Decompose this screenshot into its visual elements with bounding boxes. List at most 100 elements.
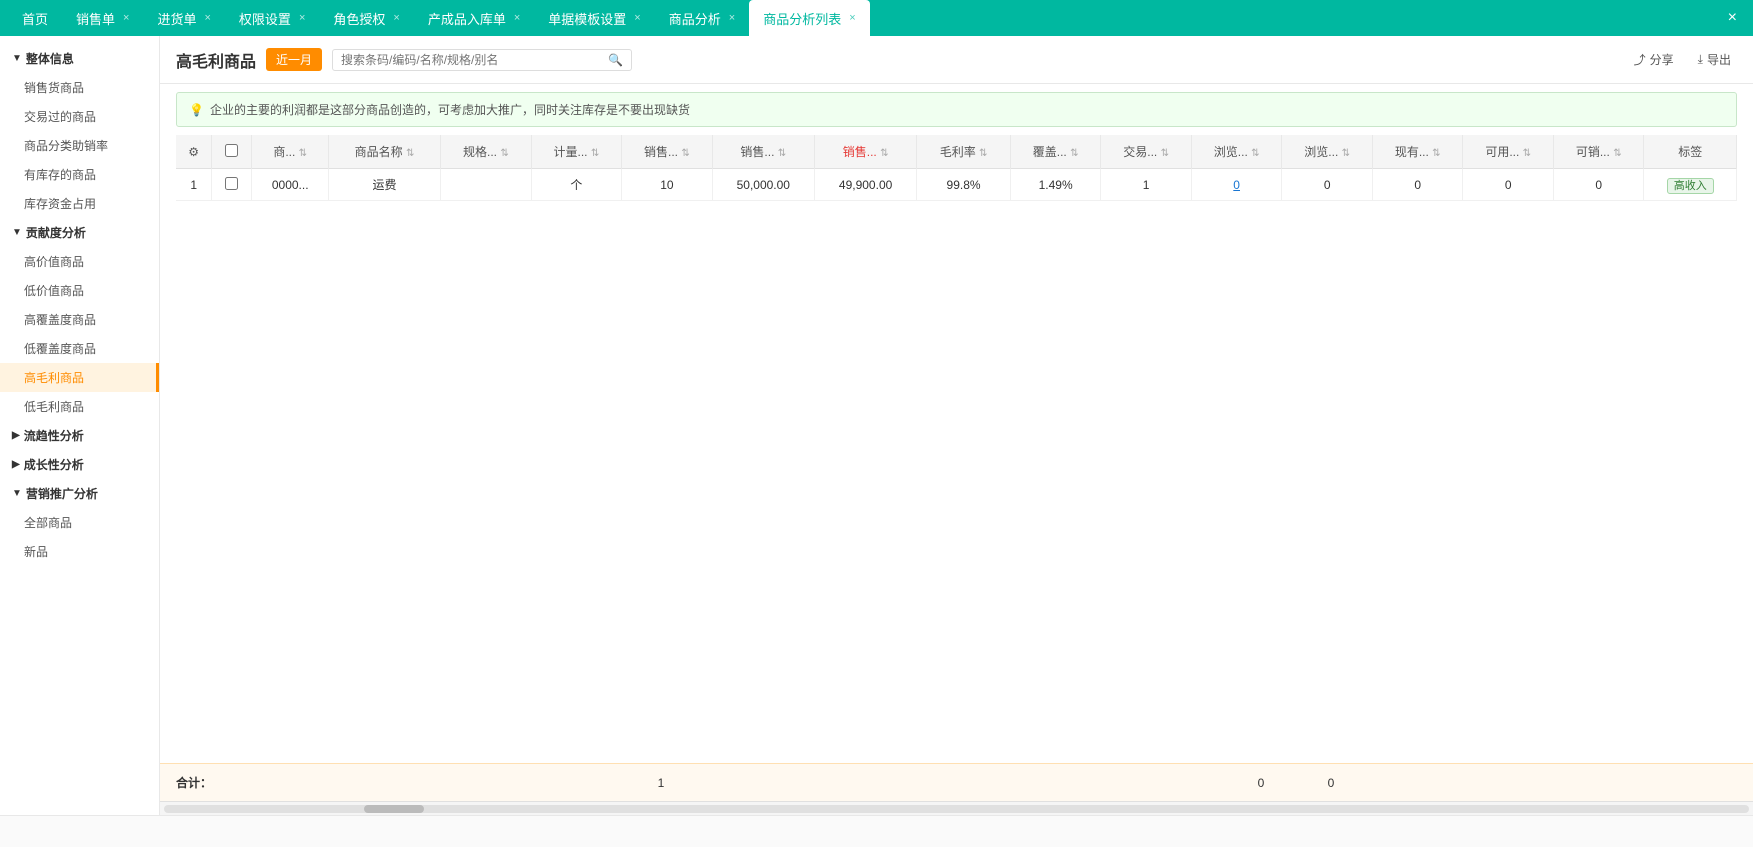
td-tag: 高收入 (1644, 169, 1737, 201)
nav-role-label: 角色授权 (333, 9, 385, 28)
table-row: 1 0000... 运费 个 10 50,000.00 49,900.00 99… (176, 169, 1737, 201)
scrollbar-track[interactable] (164, 805, 1749, 813)
arrow-down-icon-2: ▼ (12, 227, 22, 238)
nav-sales[interactable]: 销售单 × (62, 0, 143, 36)
nav-analysis-list[interactable]: 商品分析列表 × (749, 0, 869, 36)
nav-finished-goods-close[interactable]: × (514, 12, 520, 24)
bottom-footer (0, 815, 1753, 847)
th-browse2[interactable]: 浏览... ⇅ (1282, 135, 1373, 169)
total-sales3 (786, 776, 876, 790)
th-name[interactable]: 商品名称 ⇅ (329, 135, 441, 169)
nav-analysis-close[interactable]: × (729, 12, 735, 24)
sidebar-group-marketing-label: 营销推广分析 (26, 485, 98, 502)
nav-permission-close[interactable]: × (299, 12, 305, 24)
td-rownum: 1 (176, 169, 212, 201)
sidebar-item-low-value[interactable]: 低价值商品 (0, 276, 159, 305)
td-transactions: 1 (1101, 169, 1192, 201)
total-empty-4 (366, 776, 486, 790)
th-coverage[interactable]: 覆盖... ⇅ (1010, 135, 1101, 169)
nav-finished-goods-label: 产成品入库单 (428, 9, 506, 28)
th-sales2[interactable]: 销售... ⇅ (712, 135, 814, 169)
browse1-link[interactable]: 0 (1233, 178, 1240, 192)
total-transactions (1016, 776, 1086, 790)
sidebar-item-sold-goods[interactable]: 销售货商品 (0, 73, 159, 102)
search-input[interactable] (341, 53, 604, 67)
sidebar-group-growth[interactable]: ▶ 成长性分析 (0, 450, 159, 479)
search-box[interactable]: 🔍 (332, 49, 632, 71)
nav-purchase-close[interactable]: × (204, 12, 210, 24)
sidebar-item-all-goods[interactable]: 全部商品 (0, 508, 159, 537)
total-empty-5 (486, 776, 566, 790)
th-sales1[interactable]: 销售... ⇅ (622, 135, 713, 169)
total-empty-10 (1156, 776, 1226, 790)
filter-period-button[interactable]: 近一月 (266, 48, 322, 71)
export-button[interactable]: ⤓ 导出 (1692, 48, 1737, 71)
nav-analysis[interactable]: 商品分析 × (655, 0, 749, 36)
nav-role-close[interactable]: × (393, 12, 399, 24)
th-unit[interactable]: 计量... ⇅ (531, 135, 622, 169)
total-empty-6 (566, 776, 626, 790)
sidebar-item-low-coverage[interactable]: 低覆盖度商品 (0, 334, 159, 363)
nav-template-close[interactable]: × (634, 12, 640, 24)
td-checkbox[interactable] (212, 169, 252, 201)
main-layout: ▼ 整体信息 销售货商品 交易过的商品 商品分类助销率 有库存的商品 库存资金占… (0, 36, 1753, 815)
th-sales3[interactable]: 销售... ⇅ (814, 135, 916, 169)
sidebar-item-in-stock[interactable]: 有库存的商品 (0, 160, 159, 189)
horizontal-scrollbar[interactable] (160, 801, 1753, 815)
nav-sales-close[interactable]: × (123, 12, 129, 24)
info-text: 企业的主要的利润都是这部分商品创造的，可考虑加大推广，同时关注库存是不要出现缺货 (210, 101, 690, 118)
th-gross-rate[interactable]: 毛利率 ⇅ (917, 135, 1011, 169)
th-settings[interactable]: ⚙ (176, 135, 212, 169)
nav-template-label: 单据模板设置 (548, 9, 626, 28)
sidebar-item-traded-goods[interactable]: 交易过的商品 (0, 102, 159, 131)
sidebar-item-category-assist[interactable]: 商品分类助销率 (0, 131, 159, 160)
nav-finished-goods[interactable]: 产成品入库单 × (414, 0, 534, 36)
total-empty-3 (286, 776, 366, 790)
scrollbar-thumb[interactable] (364, 805, 424, 813)
sidebar-item-high-margin[interactable]: 高毛利商品 (0, 363, 159, 392)
td-available: 0 (1463, 169, 1554, 201)
sidebar-group-marketing[interactable]: ▼ 营销推广分析 (0, 479, 159, 508)
nav-role[interactable]: 角色授权 × (319, 0, 413, 36)
sidebar-item-new-goods[interactable]: 新品 (0, 537, 159, 566)
td-browse1[interactable]: 0 (1191, 169, 1282, 201)
total-empty-11 (1366, 776, 1436, 790)
export-icon: ⤓ (1698, 52, 1703, 67)
tag-badge: 高收入 (1667, 178, 1714, 194)
nav-template[interactable]: 单据模板设置 × (534, 0, 654, 36)
data-table: ⚙ 商... ⇅ 商品名称 ⇅ 规格... ⇅ 计量... ⇅ 销售... ⇅ … (176, 135, 1737, 201)
th-tag[interactable]: 标签 (1644, 135, 1737, 169)
sidebar-group-overall[interactable]: ▼ 整体信息 (0, 44, 159, 73)
sidebar-item-high-value[interactable]: 高价值商品 (0, 247, 159, 276)
search-icon[interactable]: 🔍 (608, 53, 623, 67)
td-current: 0 (1372, 169, 1463, 201)
th-code[interactable]: 商... ⇅ (252, 135, 329, 169)
table-container[interactable]: ⚙ 商... ⇅ 商品名称 ⇅ 规格... ⇅ 计量... ⇅ 销售... ⇅ … (160, 135, 1753, 763)
nav-analysis-list-close[interactable]: × (849, 12, 855, 24)
select-all-checkbox[interactable] (225, 144, 238, 157)
sidebar-group-overall-label: 整体信息 (26, 50, 74, 67)
share-button[interactable]: ⤴ 分享 (1628, 48, 1680, 71)
th-spec[interactable]: 规格... ⇅ (441, 135, 532, 169)
sidebar-item-stock-funds[interactable]: 库存资金占用 (0, 189, 159, 218)
th-available[interactable]: 可用... ⇅ (1463, 135, 1554, 169)
row-checkbox[interactable] (225, 177, 238, 190)
th-sellable[interactable]: 可销... ⇅ (1553, 135, 1644, 169)
share-icon: ⤴ (1634, 51, 1646, 68)
page-title: 高毛利商品 (176, 48, 256, 72)
th-checkbox[interactable] (212, 135, 252, 169)
th-transactions[interactable]: 交易... ⇅ (1101, 135, 1192, 169)
nav-permission[interactable]: 权限设置 × (225, 0, 319, 36)
sidebar-item-low-margin[interactable]: 低毛利商品 (0, 392, 159, 421)
th-browse1[interactable]: 浏览... ⇅ (1191, 135, 1282, 169)
info-icon: 💡 (189, 103, 204, 117)
total-empty-2 (256, 776, 286, 790)
nav-home[interactable]: 首页 (8, 0, 62, 36)
sidebar-group-trend[interactable]: ▶ 流趋性分析 (0, 421, 159, 450)
sidebar-group-contribution[interactable]: ▼ 贡献度分析 (0, 218, 159, 247)
th-current[interactable]: 现有... ⇅ (1372, 135, 1463, 169)
nav-close-all[interactable]: × (1720, 9, 1745, 27)
td-sales2: 50,000.00 (712, 169, 814, 201)
nav-purchase[interactable]: 进货单 × (143, 0, 224, 36)
sidebar-item-high-coverage[interactable]: 高覆盖度商品 (0, 305, 159, 334)
